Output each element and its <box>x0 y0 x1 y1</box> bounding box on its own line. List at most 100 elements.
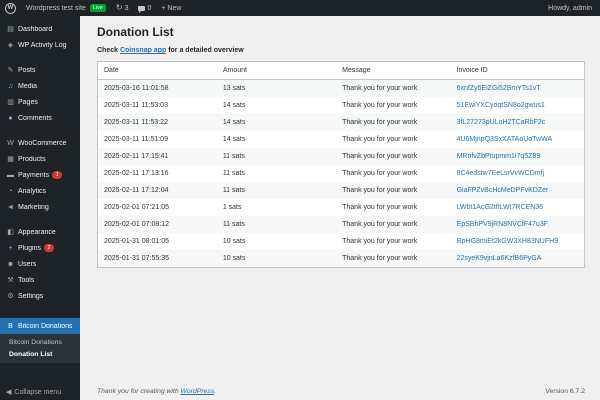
new-content-menu[interactable]: + New <box>156 0 186 16</box>
cell-invoice-id: 6xnfZy5EiZGi52BmYTs1vT <box>451 80 585 98</box>
cell-message: Thank you for your work <box>342 119 418 126</box>
sidebar-item-products[interactable]: ▦ Products <box>0 151 80 167</box>
admin-menu: ▤ Dashboard ◈ WP Activity Log ✎ Posts ♫ Media ▥ P… <box>0 16 80 363</box>
cell-amount: 11 sats <box>222 153 245 160</box>
donation-row: 2025-03-11 11:51:09 14 sats Thank you for … <box>98 131 585 148</box>
menu-separator <box>0 53 80 62</box>
col-header-amount[interactable]: Amount <box>216 61 337 80</box>
woocommerce-icon: W <box>7 139 14 147</box>
sidebar-item-label: Dashboard <box>18 25 53 33</box>
cell-invoice-id: 8C4edstw7EeLsrVvWCDmfj <box>451 165 585 182</box>
sidebar-item-label: Comments <box>18 114 52 122</box>
invoice-link[interactable]: 51EwiYXCyoqtSN8o2gwus1 <box>457 102 545 109</box>
sidebar-item-settings[interactable]: ⚙ Settings <box>0 288 80 304</box>
cell-date: 2025-02-11 17:15:41 <box>104 153 169 160</box>
sidebar-item-bitcoin-donations[interactable]: B Bitcoin Donations <box>0 318 80 334</box>
invoice-link[interactable]: 6xnfZy5EiZGi52BmYTs1vT <box>457 85 541 92</box>
cell-date: 2025-02-01 07:21:05 <box>104 204 169 211</box>
invoice-link[interactable]: GiaFPZvBcHcMeDPFvKDZer <box>457 187 549 194</box>
sidebar-item-label: Pages <box>18 98 38 106</box>
notice-prefix: Check <box>97 47 120 54</box>
sidebar-item-tools[interactable]: ⚒ Tools <box>0 272 80 288</box>
updates-menu[interactable]: ↻ 3 <box>111 0 134 16</box>
sidebar-item-woocommerce[interactable]: W WooCommerce <box>0 135 80 151</box>
sidebar-item-label: Analytics <box>18 187 47 195</box>
wordpress-link[interactable]: WordPress <box>181 388 215 395</box>
sidebar-item-payments[interactable]: ▬ Payments 1 <box>0 167 80 183</box>
donation-row: 2025-01-31 08:01:05 10 sats Thank you for … <box>98 233 585 250</box>
cell-amount: 14 sats <box>222 119 246 126</box>
cell-message: Thank you for your work <box>342 85 418 92</box>
page-title: Donation List <box>97 25 174 39</box>
settings-icon: ⚙ <box>7 293 14 300</box>
footer-version: Version 6.7.2 <box>545 388 585 395</box>
comments-icon: ● <box>8 114 13 122</box>
new-content-label: + New <box>161 4 182 12</box>
plugins-icon: + <box>8 244 13 252</box>
invoice-link[interactable]: MRnfvZbPtupmm1i7q5Z89 <box>457 153 541 160</box>
analytics-icon: ◔ <box>8 187 13 195</box>
sidebar-item-dashboard[interactable]: ▤ Dashboard <box>0 21 80 37</box>
comments-icon <box>138 5 146 13</box>
howdy-menu[interactable]: Howdy, admin <box>543 0 600 16</box>
cell-amount: 10 sats <box>222 238 246 245</box>
col-header-message[interactable]: Message <box>336 61 451 80</box>
cell-message: Thank you for your work <box>342 136 418 143</box>
invoice-link[interactable]: EpSBhPV9jRN8NVCfF47u3F <box>457 221 548 228</box>
cell-amount: 14 sats <box>222 102 246 109</box>
invoice-link[interactable]: 22syeK9vjnLa6KzfB6PyGA <box>457 255 542 262</box>
invoice-link[interactable]: 8C4edstw7EeLsrVvWCDmfj <box>457 170 545 177</box>
sidebar-item-label: Appearance <box>18 228 56 236</box>
submenu: Bitcoin Donations Donation List <box>0 334 80 363</box>
howdy-label: Howdy, admin <box>548 4 592 12</box>
invoice-link[interactable]: LWbt1AcG2tftLWt7RCEN36 <box>457 204 544 211</box>
collapse-menu-button[interactable]: ◀ Collapse menu <box>0 384 80 400</box>
sidebar-item-comments[interactable]: ● Comments <box>0 110 80 126</box>
donations-table: Date Amount Message Invoice ID 2025-03-1… <box>97 61 585 268</box>
cell-date: 2025-01-31 07:55:35 <box>104 255 169 262</box>
sidebar-item-label: WooCommerce <box>18 139 67 147</box>
sidebar-item-plugins[interactable]: + Plugins 2 <box>0 240 80 256</box>
site-name-menu[interactable]: Wordpress test site Live <box>21 0 111 16</box>
invoice-link[interactable]: 4U6MjnpQ3SxXATAoUoTwWA <box>457 136 553 143</box>
sidebar-item-label: Settings <box>18 292 44 300</box>
media-icon: ♫ <box>7 82 14 90</box>
cell-invoice-id: 22syeK9vjnLa6KzfB6PyGA <box>451 250 585 268</box>
invoice-link[interactable]: RpHG8miEt2kGW3XH83NUFH9 <box>457 238 559 245</box>
sidebar-item-label: Products <box>18 155 46 163</box>
col-header-date[interactable]: Date <box>97 61 217 80</box>
cell-invoice-id: EpSBhPV9jRN8NVCfF47u3F <box>451 216 585 233</box>
cell-date: 2025-02-11 17:13:16 <box>104 170 169 177</box>
sidebar-item-wp-activity-log[interactable]: ◈ WP Activity Log <box>0 37 80 53</box>
sidebar-item-analytics[interactable]: ◔ Analytics <box>0 183 80 199</box>
sidebar-item-marketing[interactable]: ◄ Marketing <box>0 199 80 215</box>
cell-date: 2025-01-31 08:01:05 <box>104 238 169 245</box>
sidebar-item-label: WP Activity Log <box>18 41 67 49</box>
sidebar-item-appearance[interactable]: ◧ Appearance <box>0 224 80 240</box>
comments-menu[interactable]: 0 <box>133 0 156 16</box>
sidebar-item-label: Bitcoin Donations <box>18 322 73 330</box>
coinsnap-app-link[interactable]: Coinsnap app <box>120 47 166 54</box>
sidebar-item-posts[interactable]: ✎ Posts <box>0 62 80 78</box>
collapse-icon: ◀ <box>6 389 12 396</box>
admin-bar: W Wordpress test site Live ↻ 3 0 + New H… <box>0 0 600 16</box>
footer: Thank you for creating with WordPress. V… <box>97 388 585 395</box>
cell-date: 2025-03-11 11:51:09 <box>104 136 168 143</box>
sidebar-subitem-donation-list[interactable]: Donation List <box>0 348 80 360</box>
invoice-link[interactable]: 3fL27273pULoH2TCaRbF2c <box>457 119 546 126</box>
wordpress-logo-menu[interactable]: W <box>0 0 21 16</box>
col-header-invoice-id[interactable]: Invoice ID <box>450 61 585 80</box>
cell-amount: 14 sats <box>222 136 246 143</box>
sidebar-item-label: Posts <box>18 66 36 74</box>
menu-separator <box>0 126 80 135</box>
cell-amount: 10 sats <box>222 255 246 262</box>
menu-separator <box>0 215 80 224</box>
sidebar-item-media[interactable]: ♫ Media <box>0 78 80 94</box>
cell-date: 2025-03-11 11:53:22 <box>104 119 168 126</box>
menu-separator <box>0 304 80 318</box>
users-icon: ☻ <box>6 260 15 268</box>
sidebar-item-pages[interactable]: ▥ Pages <box>0 94 80 110</box>
sidebar-subitem-bitcoin-donations[interactable]: Bitcoin Donations <box>0 336 80 348</box>
sidebar-item-users[interactable]: ☻ Users <box>0 256 80 272</box>
site-name-label: Wordpress test site <box>26 4 86 12</box>
